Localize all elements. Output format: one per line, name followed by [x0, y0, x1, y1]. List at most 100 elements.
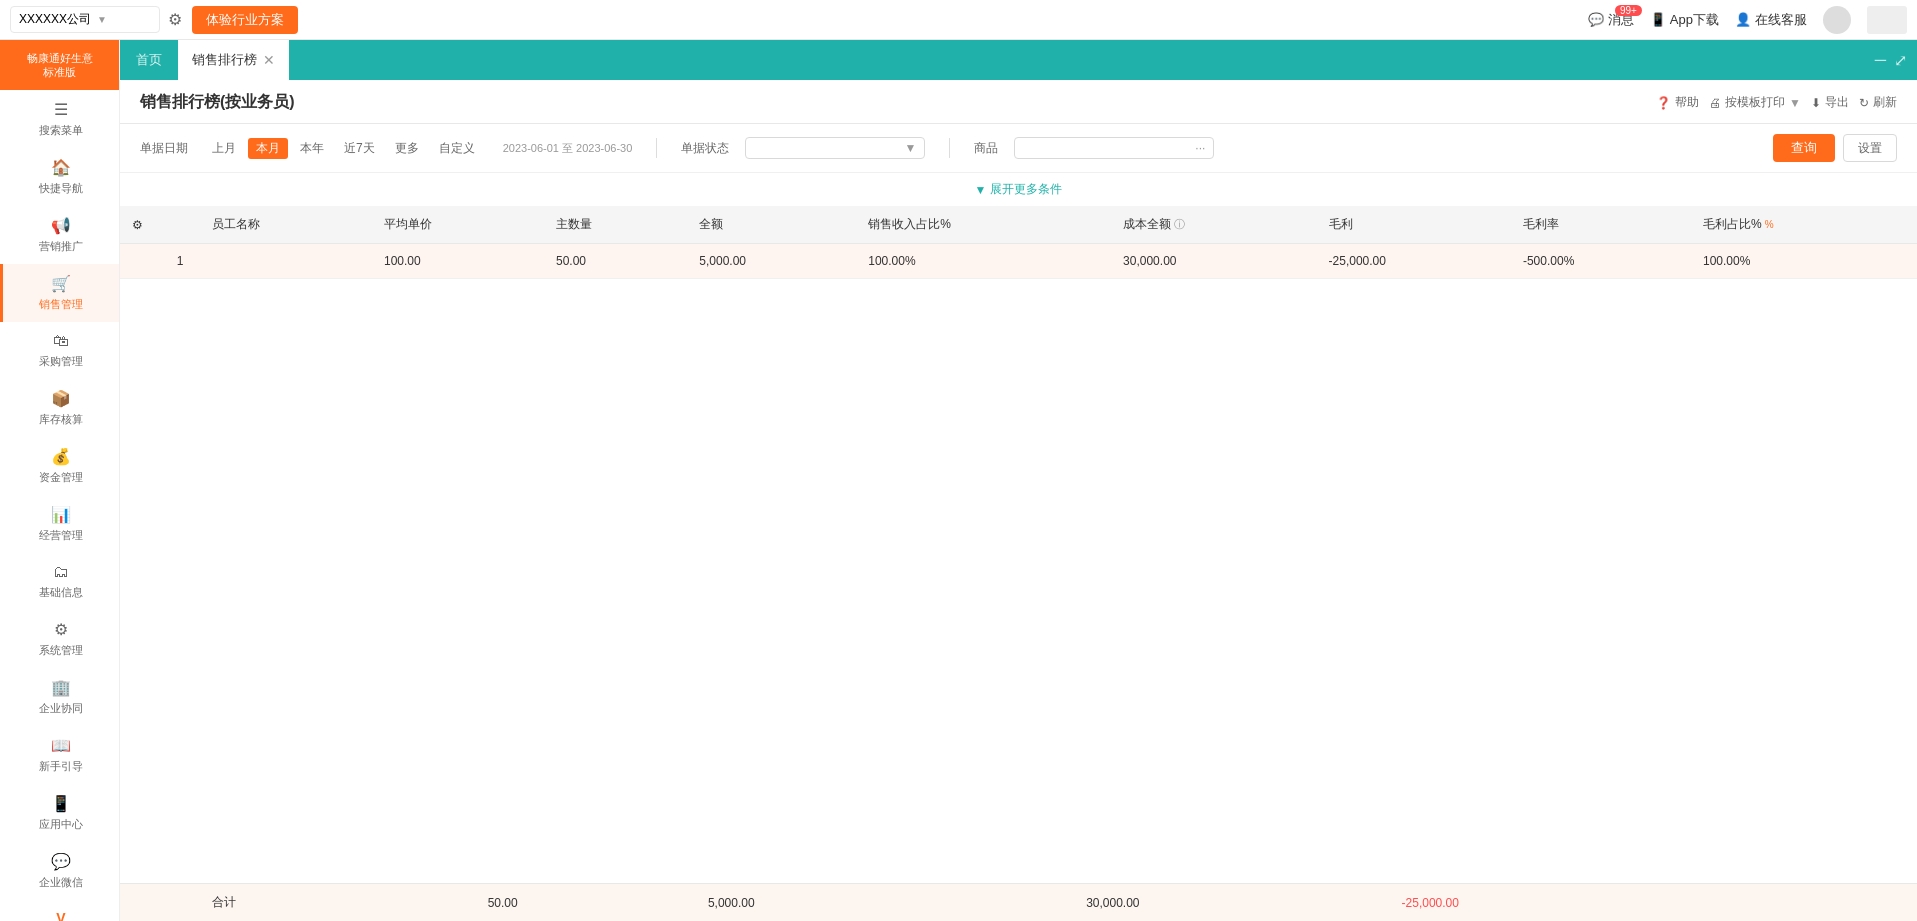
sidebar-label-purchase: 采购管理 — [39, 354, 83, 369]
tab-home[interactable]: 首页 — [120, 40, 178, 80]
logo-line1: 畅康通好生意 — [27, 51, 93, 65]
sidebar-label-marketing: 营销推广 — [39, 239, 83, 254]
settings-button[interactable]: 设置 — [1843, 134, 1897, 162]
online-service-label: 在线客服 — [1755, 11, 1807, 29]
system-icon: ⚙ — [54, 620, 68, 639]
enterprise-icon: 🏢 — [51, 678, 71, 697]
trial-button[interactable]: 体验行业方案 — [192, 6, 298, 34]
date-tabs: 上月 本月 本年 近7天 更多 自定义 — [204, 138, 483, 159]
expand-row: ▼ 展开更多条件 — [120, 172, 1917, 206]
sidebar-item-search[interactable]: ☰ 搜索菜单 — [0, 90, 119, 148]
row-qty: 50.00 — [544, 244, 687, 279]
date-filter-label: 单据日期 — [140, 140, 188, 157]
tab-sales-rank[interactable]: 销售排行榜 ✕ — [178, 40, 289, 80]
date-tab-custom[interactable]: 自定义 — [431, 138, 483, 159]
col-rank — [160, 206, 200, 244]
date-tab-last-month[interactable]: 上月 — [204, 138, 244, 159]
row-sales-pct: 100.00% — [856, 244, 1111, 279]
row-profit: -25,000.00 — [1317, 244, 1511, 279]
sidebar-item-app-center[interactable]: 📱 应用中心 — [0, 784, 119, 842]
refresh-button[interactable]: ↻ 刷新 — [1859, 94, 1897, 111]
sidebar-item-enterprise-collab[interactable]: 🏢 企业协同 — [0, 668, 119, 726]
status-filter-label: 单据状态 — [681, 140, 729, 157]
status-dropdown-icon: ▼ — [904, 141, 916, 155]
sidebar-item-sales[interactable]: 🛒 销售管理 — [0, 264, 119, 322]
sidebar-item-marketing[interactable]: 📢 营销推广 — [0, 206, 119, 264]
col-cost: 成本全额 ⓘ — [1111, 206, 1316, 244]
col-profit-pct: 毛利占比% % — [1691, 206, 1917, 244]
sidebar-label-wechat: 企业微信 — [39, 875, 83, 890]
member-icon: V — [56, 910, 65, 921]
finance-icon: 💰 — [51, 447, 71, 466]
sidebar-label-sales: 销售管理 — [39, 297, 83, 312]
help-button[interactable]: ❓ 帮助 — [1656, 94, 1699, 111]
row-settings — [120, 244, 160, 279]
col-settings[interactable]: ⚙ — [120, 206, 160, 244]
app-center-icon: 📱 — [51, 794, 71, 813]
date-tab-7days[interactable]: 近7天 — [336, 138, 383, 159]
marketing-icon: 📢 — [51, 216, 71, 235]
chevron-down-icon: ▼ — [97, 14, 107, 25]
goods-filter-label: 商品 — [974, 140, 998, 157]
app-download-button[interactable]: 📱 App下载 — [1650, 11, 1719, 29]
query-button[interactable]: 查询 — [1773, 134, 1835, 162]
active-tab-label: 销售排行榜 — [192, 51, 257, 69]
mobile-icon: 📱 — [1650, 12, 1666, 27]
cost-info-icon[interactable]: ⓘ — [1174, 217, 1185, 232]
row-amount: 5,000.00 — [687, 244, 856, 279]
goods-select[interactable]: ··· — [1014, 137, 1214, 159]
sidebar-item-system[interactable]: ⚙ 系统管理 — [0, 610, 119, 668]
sidebar-item-quick-nav[interactable]: 🏠 快捷导航 — [0, 148, 119, 206]
refresh-label: 刷新 — [1873, 94, 1897, 111]
help-label: 帮助 — [1675, 94, 1699, 111]
wechat-icon: 💬 — [51, 852, 71, 871]
date-tab-this-month[interactable]: 本月 — [248, 138, 288, 159]
sidebar-item-wechat[interactable]: 💬 企业微信 — [0, 842, 119, 900]
expand-button[interactable]: ▼ 展开更多条件 — [975, 181, 1063, 198]
tab-minimize-icon[interactable]: ─ — [1875, 51, 1886, 69]
date-tab-this-year[interactable]: 本年 — [292, 138, 332, 159]
col-profit-rate: 毛利率 — [1511, 206, 1691, 244]
message-button[interactable]: 💬 消息 99+ — [1588, 11, 1634, 29]
print-button[interactable]: 🖨 按模板打印 ▼ — [1709, 94, 1801, 111]
status-select[interactable]: ▼ — [745, 137, 925, 159]
home-icon: 🏠 — [51, 158, 71, 177]
sidebar-item-operations[interactable]: 📊 经营管理 — [0, 495, 119, 553]
date-tab-more[interactable]: 更多 — [387, 138, 427, 159]
sidebar-label-inventory: 库存核算 — [39, 412, 83, 427]
company-selector[interactable]: XXXXXX公司 ▼ — [10, 6, 160, 33]
sidebar-label-app: 应用中心 — [39, 817, 83, 832]
tab-maximize-icon[interactable]: ⤢ — [1894, 51, 1907, 70]
profit-pct-icon[interactable]: % — [1765, 219, 1774, 230]
date-range-display: 2023-06-01 至 2023-06-30 — [503, 141, 633, 156]
home-tab-label: 首页 — [136, 51, 162, 69]
footer-table: 合计 50.00 5,000.00 30,000.00 -25,000.00 — [120, 884, 1917, 921]
row-cost: 30,000.00 — [1111, 244, 1316, 279]
table-footer: 合计 50.00 5,000.00 30,000.00 -25,000.00 — [120, 883, 1917, 921]
online-service-button[interactable]: 👤 在线客服 — [1735, 11, 1807, 29]
sidebar-item-finance[interactable]: 💰 资金管理 — [0, 437, 119, 495]
page-title: 销售排行榜(按业务员) — [140, 92, 295, 113]
expand-label: 展开更多条件 — [990, 181, 1062, 198]
sidebar-label-guide: 新手引导 — [39, 759, 83, 774]
row-name — [200, 244, 372, 279]
refresh-icon: ↻ — [1859, 96, 1869, 110]
sidebar-item-member[interactable]: V 畅会员 — [0, 900, 119, 921]
footer-cost: 30,000.00 — [1074, 884, 1389, 921]
topbar-settings-icon[interactable]: ⚙ — [168, 10, 182, 29]
footer-amount: 5,000.00 — [696, 884, 984, 921]
company-name: XXXXXX公司 — [19, 11, 91, 28]
print-chevron: ▼ — [1789, 96, 1801, 110]
user-avatar[interactable] — [1823, 6, 1851, 34]
footer-profit: -25,000.00 — [1390, 884, 1722, 921]
sidebar-item-basic-info[interactable]: 🗂 基础信息 — [0, 553, 119, 610]
sidebar-item-inventory[interactable]: 📦 库存核算 — [0, 379, 119, 437]
print-icon: 🖨 — [1709, 96, 1721, 110]
sidebar-item-purchase[interactable]: 🛍 采购管理 — [0, 322, 119, 379]
tab-close-icon[interactable]: ✕ — [263, 52, 275, 68]
row-avg-price: 100.00 — [372, 244, 544, 279]
export-button[interactable]: ⬇ 导出 — [1811, 94, 1849, 111]
sidebar-item-guide[interactable]: 📖 新手引导 — [0, 726, 119, 784]
help-icon: ❓ — [1656, 96, 1671, 110]
sidebar-label-operations: 经营管理 — [39, 528, 83, 543]
